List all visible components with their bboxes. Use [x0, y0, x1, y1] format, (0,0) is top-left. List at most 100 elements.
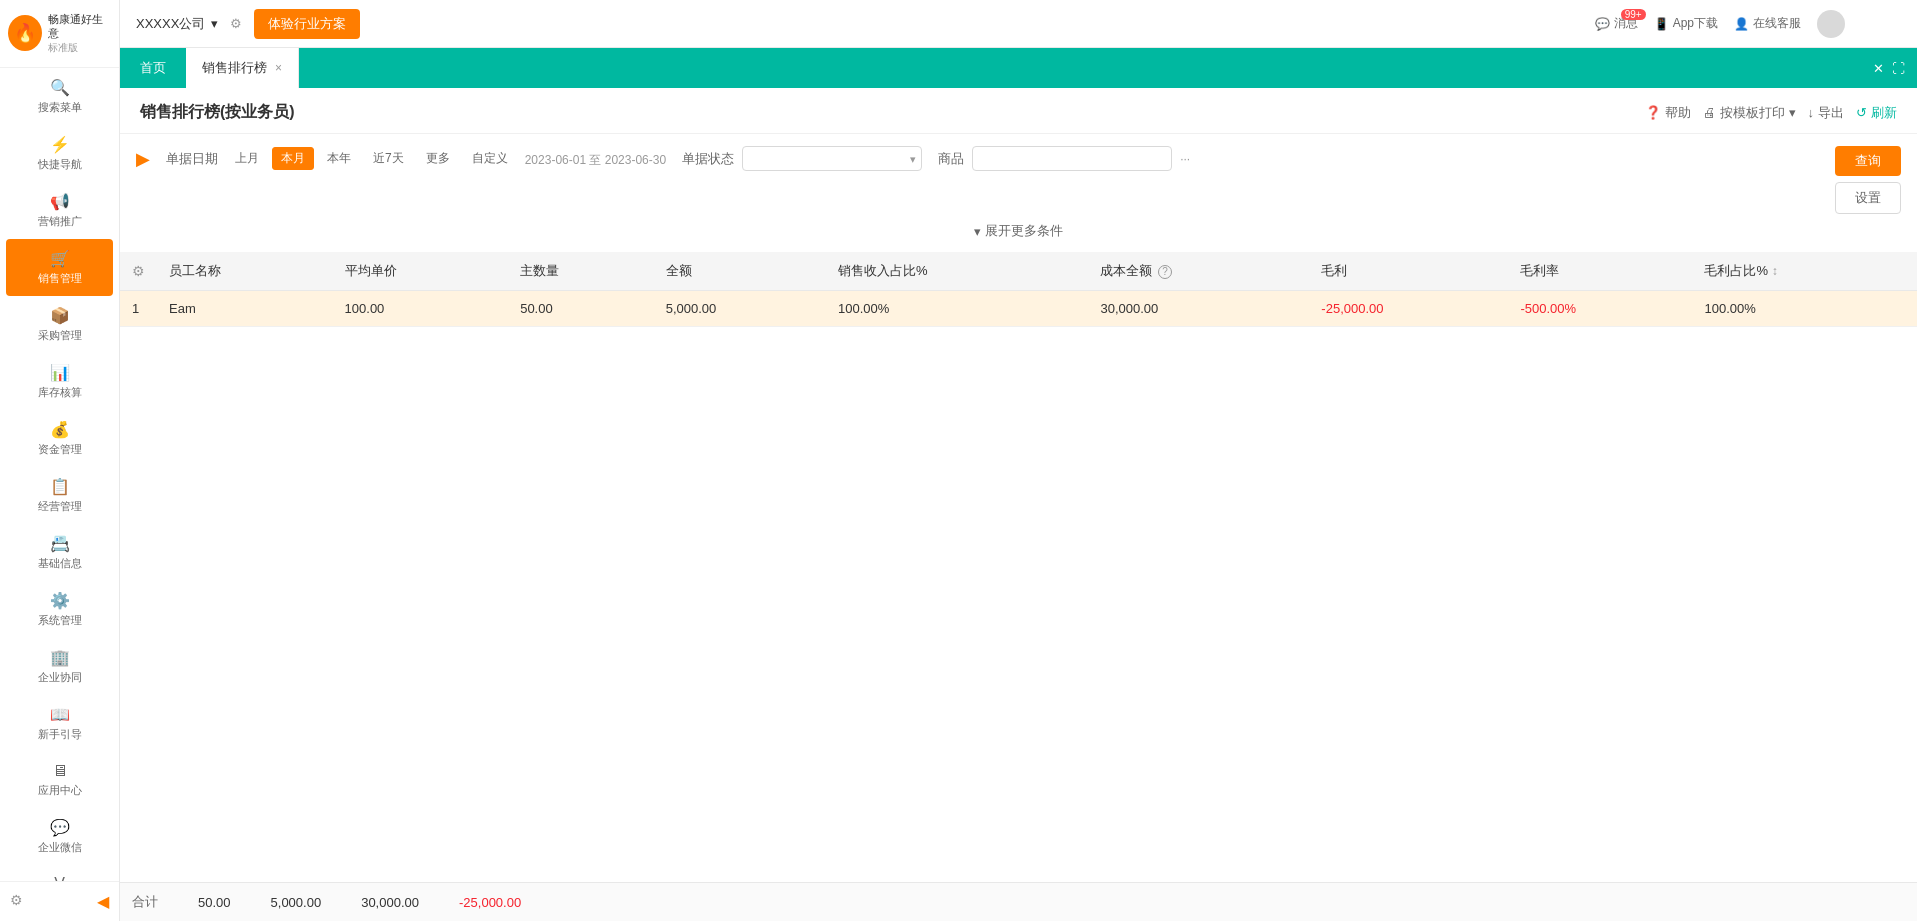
company-selector[interactable]: XXXXX公司 ▾ [136, 15, 218, 33]
cell-total: 5,000.00 [654, 291, 826, 327]
cell-sales-pct: 100.00% [826, 291, 1088, 327]
nav-icon: ⚡ [50, 135, 70, 154]
print-dropdown-icon[interactable]: ▾ [1789, 105, 1796, 120]
sidebar-item-库存核算[interactable]: 📊库存核算 [0, 353, 119, 410]
sidebar-item-快捷导航[interactable]: ⚡快捷导航 [0, 125, 119, 182]
sidebar-item-畅会员[interactable]: V畅会员 [0, 865, 119, 881]
date-btn-this-year[interactable]: 本年 [318, 147, 360, 170]
print-button[interactable]: 🖨 按模板打印 ▾ [1703, 104, 1796, 122]
sidebar-item-营销推广[interactable]: 📢营销推广 [0, 182, 119, 239]
goods-label: 商品 [938, 150, 964, 168]
sidebar-item-资金管理[interactable]: 💰资金管理 [0, 410, 119, 467]
window-maximize-icon[interactable]: ⛶ [1892, 61, 1905, 76]
settings-icon-topbar[interactable]: ⚙ [230, 16, 242, 31]
nav-icon: 🔍 [50, 78, 70, 97]
nav-label: 营销推广 [38, 214, 82, 229]
page-title: 销售排行榜(按业务员) [140, 102, 295, 123]
goods-more-icon[interactable]: ··· [1180, 152, 1190, 166]
export-button[interactable]: ↓ 导出 [1808, 104, 1845, 122]
cell-name: Eam [157, 291, 333, 327]
table-row: 1 Eam 100.00 50.00 5,000.00 100.00% 30,0… [120, 291, 1917, 327]
nav-icon: 🏢 [50, 648, 70, 667]
sidebar-item-销售管理[interactable]: 🛒 销售管理 [6, 239, 113, 296]
print-label: 按模板打印 [1720, 104, 1785, 122]
table-section: ⚙ 员工名称 平均单价 主数量 全额 销售收入占比% 成本全额 ? 毛利 [120, 252, 1917, 327]
company-dropdown-icon: ▾ [211, 16, 218, 31]
message-icon-item[interactable]: 💬 消息 99+ [1595, 15, 1638, 32]
date-btn-more[interactable]: 更多 [417, 147, 459, 170]
refresh-button[interactable]: ↺ 刷新 [1856, 104, 1897, 122]
sidebar-item-基础信息[interactable]: 📇基础信息 [0, 524, 119, 581]
filter-expand-arrow[interactable]: ▶ [136, 148, 150, 170]
sidebar-item-搜索菜单[interactable]: 🔍搜索菜单 [0, 68, 119, 125]
logo-icon: 🔥 [8, 15, 42, 51]
trial-button[interactable]: 体验行业方案 [254, 9, 360, 39]
export-icon: ↓ [1808, 105, 1815, 120]
cell-profit-pct: 100.00% [1692, 291, 1917, 327]
sidebar-item-企业微信[interactable]: 💬企业微信 [0, 808, 119, 865]
date-btn-this-month[interactable]: 本月 [272, 147, 314, 170]
th-settings: ⚙ [120, 252, 157, 291]
refresh-icon: ↺ [1856, 105, 1867, 120]
query-button[interactable]: 查询 [1835, 146, 1901, 176]
cost-info-icon[interactable]: ? [1158, 265, 1172, 279]
sidebar-item-采购管理[interactable]: 📦采购管理 [0, 296, 119, 353]
logo-area: 🔥 畅康通好生意 标准版 [0, 0, 119, 68]
help-icon: ❓ [1645, 105, 1661, 120]
date-btn-custom[interactable]: 自定义 [463, 147, 517, 170]
nav-icon: 🖥 [52, 762, 68, 780]
th-sales-pct: 销售收入占比% [826, 252, 1088, 291]
tab-home[interactable]: 首页 [120, 48, 186, 88]
help-button[interactable]: ❓ 帮助 [1645, 104, 1691, 122]
date-btn-last-month[interactable]: 上月 [226, 147, 268, 170]
nav-label: 应用中心 [38, 783, 82, 798]
message-icon: 💬 [1595, 17, 1610, 31]
th-cost: 成本全额 ? [1088, 252, 1309, 291]
nav-icon: 💬 [50, 818, 70, 837]
sidebar-item-应用中心[interactable]: 🖥 应用中心 [0, 752, 119, 808]
tab-sales-ranking[interactable]: 销售排行榜 × [186, 48, 299, 88]
settings-button[interactable]: 设置 [1835, 182, 1901, 214]
table-header-row: ⚙ 员工名称 平均单价 主数量 全额 销售收入占比% 成本全额 ? 毛利 [120, 252, 1917, 291]
column-settings-icon[interactable]: ⚙ [132, 263, 145, 279]
sidebar-item-系统管理[interactable]: ⚙️系统管理 [0, 581, 119, 638]
nav-label: 企业协同 [38, 670, 82, 685]
sidebar-item-企业协同[interactable]: 🏢 企业协同 [0, 638, 119, 695]
th-profit-pct: 毛利占比% ↕ [1692, 252, 1917, 291]
status-select[interactable] [742, 146, 922, 171]
filter-main-row: ▶ 单据日期 上月 本月 本年 近7天 更多 自定义 [136, 146, 1901, 214]
page-content: 销售排行榜(按业务员) ❓ 帮助 🖨 按模板打印 ▾ ↓ 导出 [120, 88, 1917, 921]
sidebar-item-经营管理[interactable]: 📋经营管理 [0, 467, 119, 524]
window-close-icon[interactable]: ✕ [1873, 61, 1884, 76]
nav-icon: 💰 [50, 420, 70, 439]
sidebar: 🔥 畅康通好生意 标准版 🔍搜索菜单⚡快捷导航📢营销推广 🛒 销售管理 📦采购管理📊库… [0, 0, 120, 921]
expand-text: 展开更多条件 [985, 222, 1063, 240]
tabbar: 首页 销售排行榜 × ✕ ⛶ [120, 48, 1917, 88]
nav-label: 新手引导 [38, 727, 82, 742]
sidebar-item-新手引导[interactable]: 📖新手引导 [0, 695, 119, 752]
cell-avg-price: 100.00 [333, 291, 509, 327]
service-label: 在线客服 [1753, 15, 1801, 32]
online-service-item[interactable]: 👤 在线客服 [1734, 15, 1801, 32]
nav-icon: 🛒 [50, 249, 70, 268]
logo-name: 畅康通好生意 [48, 12, 111, 41]
footer-profit: -25,000.00 [459, 895, 521, 910]
tab-close-icon[interactable]: × [275, 61, 282, 75]
collapse-icon[interactable]: ◀ [97, 892, 109, 911]
date-btn-7days[interactable]: 近7天 [364, 147, 413, 170]
date-label: 单据日期 [166, 150, 218, 168]
nav-icon: 📊 [50, 363, 70, 382]
print-icon: 🖨 [1703, 105, 1716, 120]
avatar[interactable] [1817, 10, 1845, 38]
filter-fields: 单据日期 上月 本月 本年 近7天 更多 自定义 2023-06-01 至 20… [166, 146, 1819, 171]
app-download-item[interactable]: 📱 App下载 [1654, 15, 1718, 32]
nav-label: 销售管理 [38, 271, 82, 286]
tabbar-actions: ✕ ⛶ [1873, 61, 1917, 76]
profit-pct-sort-icon[interactable]: ↕ [1772, 264, 1778, 278]
message-badge: 99+ [1621, 9, 1646, 20]
header-actions: ❓ 帮助 🖨 按模板打印 ▾ ↓ 导出 ↺ 刷新 [1645, 104, 1898, 122]
goods-input[interactable] [972, 146, 1172, 171]
expand-more[interactable]: ▾ 展开更多条件 [136, 222, 1901, 240]
settings-icon[interactable]: ⚙ [10, 892, 23, 911]
th-total: 全额 [654, 252, 826, 291]
